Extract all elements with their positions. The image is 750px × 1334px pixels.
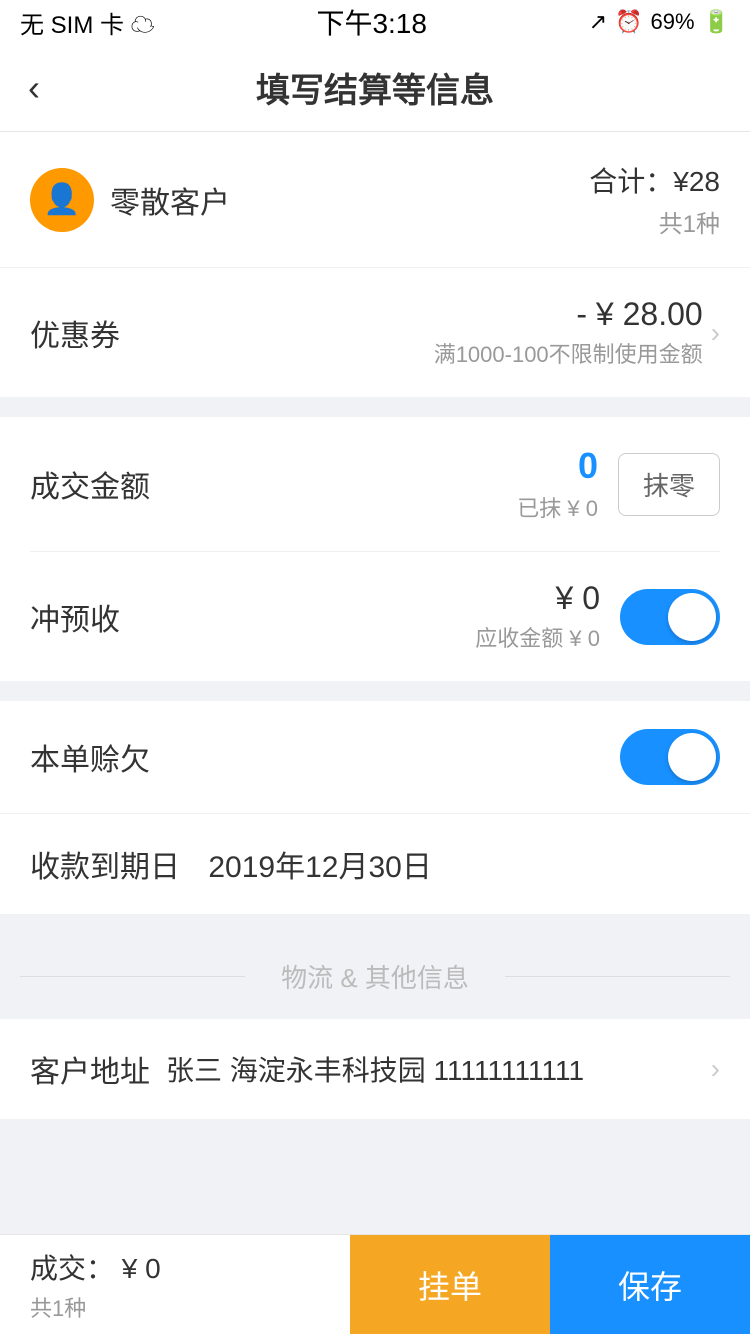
amount-value-wrap: 0 已抹 ¥ 0 [517, 445, 598, 523]
coupon-info: - ¥ 28.00 满1000-100不限制使用金额 [434, 296, 703, 369]
address-value: 张三 海淀永丰科技园 11111111111 [150, 1049, 711, 1089]
chevron-right-icon: › [711, 317, 720, 349]
bottom-transaction-label: 成交： [30, 1253, 114, 1284]
transaction-section: 成交金额 0 已抹 ¥ 0 抹零 冲预收 ¥ 0 应收金额 ¥ 0 [0, 417, 750, 681]
divider-line-left [20, 976, 245, 977]
charge-right: ¥ 0 应收金额 ¥ 0 [475, 580, 720, 653]
status-left: 无 SIM 卡 ☁ [20, 5, 155, 40]
charge-row: 冲预收 ¥ 0 应收金额 ¥ 0 [30, 552, 720, 681]
gap-2 [0, 681, 750, 701]
coupon-desc: 满1000-100不限制使用金额 [434, 337, 703, 369]
customer-count: 共1种 [589, 204, 720, 239]
avatar-icon: 👤 [43, 182, 80, 217]
customer-section: 👤 零散客户 合计：¥28 共1种 优惠券 - ¥ 28.00 满1000-10… [0, 132, 750, 397]
debt-label: 本单赊欠 [30, 735, 150, 779]
round-button[interactable]: 抹零 [618, 453, 720, 516]
transaction-amount-row: 成交金额 0 已抹 ¥ 0 抹零 [30, 417, 720, 552]
address-row[interactable]: 客户地址 张三 海淀永丰科技园 11111111111 › [0, 1019, 750, 1119]
logistics-divider: 物流 & 其他信息 [0, 934, 750, 1019]
amount-right: 0 已抹 ¥ 0 抹零 [517, 445, 720, 523]
customer-name: 零散客户 [110, 178, 230, 222]
bottom-transaction: 成交： ¥ 0 [30, 1247, 320, 1287]
debt-row: 本单赊欠 [0, 701, 750, 813]
debt-toggle-knob [668, 733, 716, 781]
divider-line-right [505, 976, 730, 977]
sim-signal: 无 SIM 卡 ☁ [20, 5, 155, 40]
nav-bar: ‹ 填写结算等信息 [0, 44, 750, 132]
charge-label: 冲预收 [30, 595, 120, 639]
customer-row: 👤 零散客户 合计：¥28 共1种 [0, 132, 750, 267]
gap-1 [0, 397, 750, 417]
battery-icon: 🔋 [703, 9, 730, 35]
due-date-label: 收款到期日 [30, 851, 180, 884]
status-right: ↗ ⏰ 69% 🔋 [589, 9, 730, 35]
bottom-transaction-value: ¥ 0 [122, 1253, 161, 1284]
page-title: 填写结算等信息 [256, 63, 494, 112]
due-date-row: 收款到期日 2019年12月30日 [0, 813, 750, 914]
customer-total-area: 合计：¥28 共1种 [589, 160, 720, 239]
avatar: 👤 [30, 168, 94, 232]
address-chevron-icon: › [711, 1053, 720, 1085]
customer-info: 👤 零散客户 [30, 168, 230, 232]
charge-amount: ¥ 0 [475, 580, 600, 617]
charge-amount-wrap: ¥ 0 应收金额 ¥ 0 [475, 580, 600, 653]
due-date-value: 2019年12月30日 [208, 851, 431, 884]
pending-button[interactable]: 挂单 [350, 1235, 550, 1334]
logistics-label: 物流 & 其他信息 [281, 958, 469, 995]
main-content: 👤 零散客户 合计：¥28 共1种 优惠券 - ¥ 28.00 满1000-10… [0, 132, 750, 1239]
bottom-info: 成交： ¥ 0 共1种 [0, 1247, 350, 1323]
coupon-label: 优惠券 [30, 311, 120, 355]
amount-label: 成交金额 [30, 462, 150, 506]
gap-3 [0, 914, 750, 934]
charge-sub: 应收金额 ¥ 0 [475, 621, 600, 653]
bottom-bar: 成交： ¥ 0 共1种 挂单 保存 [0, 1234, 750, 1334]
save-button[interactable]: 保存 [550, 1235, 750, 1334]
toggle-knob [668, 593, 716, 641]
coupon-amount: - ¥ 28.00 [434, 296, 703, 333]
location-icon: ↗ [589, 9, 607, 35]
customer-total: 合计：¥28 [589, 160, 720, 200]
amount-value: 0 [517, 445, 598, 487]
alarm-icon: ⏰ [615, 9, 642, 35]
coupon-row[interactable]: 优惠券 - ¥ 28.00 满1000-100不限制使用金额 › [0, 267, 750, 397]
back-button[interactable]: ‹ [28, 67, 40, 109]
battery-level: 69% [651, 9, 695, 35]
charge-toggle[interactable] [620, 589, 720, 645]
status-time: 下午3:18 [316, 2, 427, 42]
bottom-count: 共1种 [30, 1291, 320, 1323]
debt-toggle[interactable] [620, 729, 720, 785]
debt-section: 本单赊欠 收款到期日 2019年12月30日 [0, 701, 750, 914]
address-label: 客户地址 [30, 1047, 150, 1091]
status-bar: 无 SIM 卡 ☁ 下午3:18 ↗ ⏰ 69% 🔋 [0, 0, 750, 44]
amount-sub: 已抹 ¥ 0 [517, 491, 598, 523]
